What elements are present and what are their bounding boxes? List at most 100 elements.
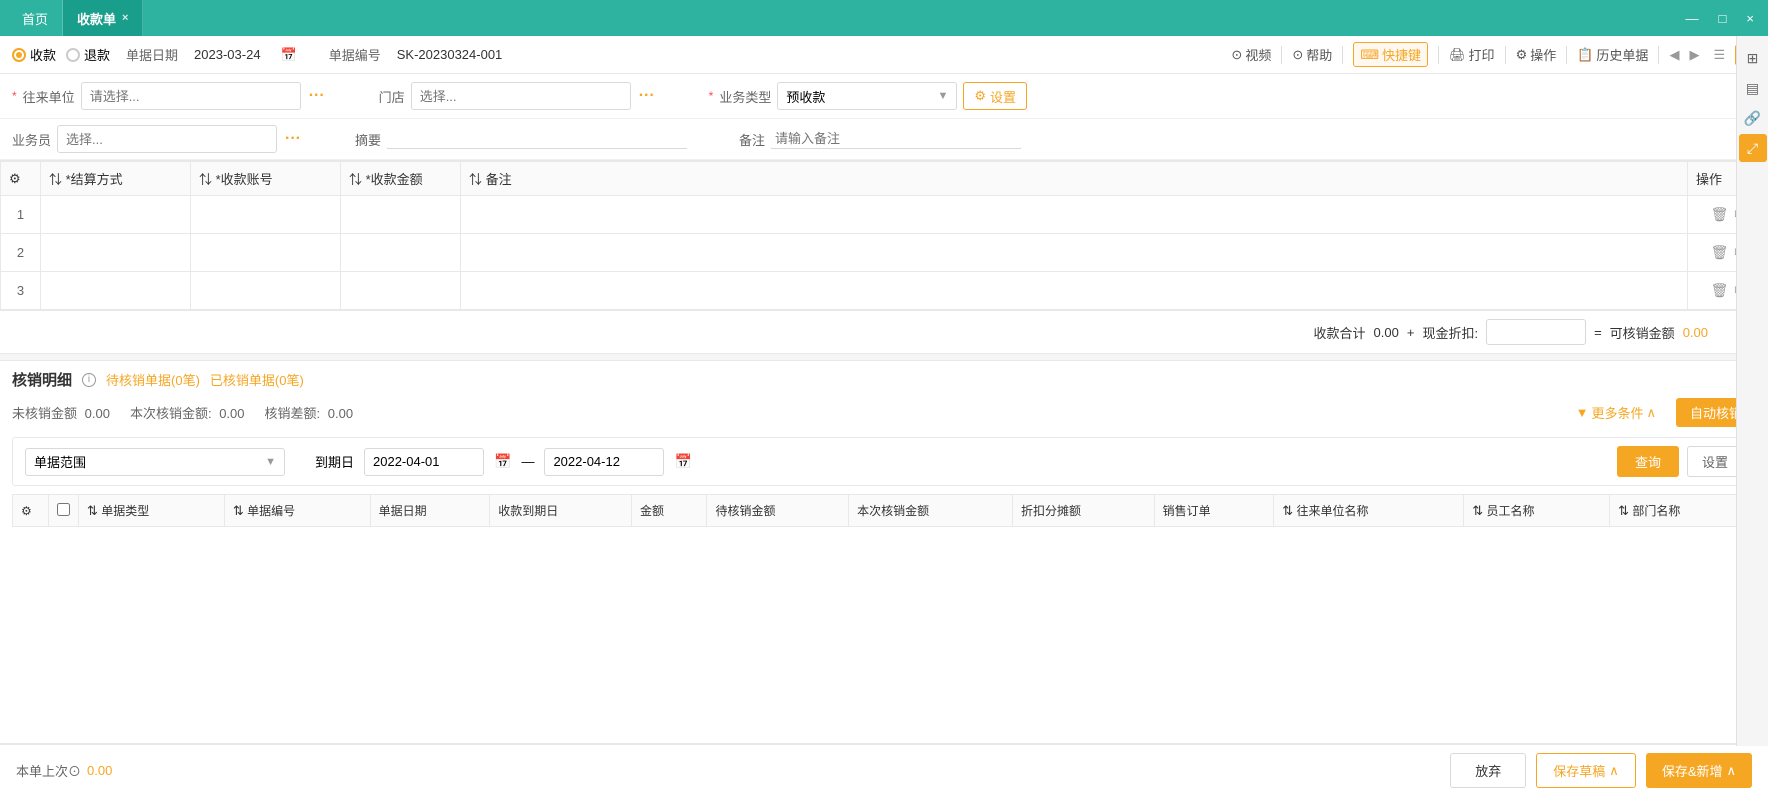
remark-field: 备注 xyxy=(739,129,1021,149)
prev-icon[interactable]: ◀ xyxy=(1669,47,1679,63)
history-action[interactable]: 📋 历史单据 xyxy=(1577,45,1648,64)
save-draft-button[interactable]: 保存草稿 ∧ xyxy=(1536,753,1636,788)
maximize-btn[interactable]: □ xyxy=(1713,11,1733,26)
total-value: 0.00 xyxy=(1374,325,1399,340)
print-action[interactable]: 🖨 打印 xyxy=(1449,45,1495,64)
radio-refund-dot xyxy=(66,48,80,62)
row2-account[interactable] xyxy=(191,234,341,272)
divider3 xyxy=(1438,46,1439,64)
vcol-bill-type: ⇅ 单据类型 xyxy=(79,495,225,527)
row3-amount[interactable] xyxy=(341,272,461,310)
unverified-label: 未核销金额 xyxy=(12,406,77,421)
save-draft-label: 保存草稿 xyxy=(1553,761,1605,780)
due-date-label: 到期日 xyxy=(315,452,354,471)
row3-delete-btn[interactable]: 🗑 xyxy=(1711,282,1729,299)
vcol-checkbox[interactable] xyxy=(49,495,79,527)
sidebar-grid-icon[interactable]: ⊞ xyxy=(1739,44,1767,72)
row1-settle[interactable] xyxy=(41,196,191,234)
row1-amount[interactable] xyxy=(341,196,461,234)
more-conditions-btn[interactable]: ▼ 更多条件 ∧ xyxy=(1576,403,1656,422)
settings-button[interactable]: ⚙ 设置 xyxy=(963,82,1027,110)
date-from-input[interactable] xyxy=(364,448,484,476)
minimize-btn[interactable]: — xyxy=(1680,11,1705,26)
range-arrow: ▼ xyxy=(265,456,276,468)
receipt-type-group: 收款 退款 xyxy=(12,45,110,64)
tab-receipt-close[interactable]: × xyxy=(122,12,128,24)
row3-account[interactable] xyxy=(191,272,341,310)
range-select[interactable]: 单据范围 ▼ xyxy=(25,448,285,476)
filter-row: 单据范围 ▼ 到期日 📅 — 📅 查询 设置 xyxy=(12,437,1756,486)
bill-date-label: 单据日期 xyxy=(126,45,178,64)
range-label: 单据范围 xyxy=(34,452,86,471)
pending-tab[interactable]: 待核销单据(0笔) xyxy=(106,370,200,389)
col-remark: ⇅ 备注 xyxy=(461,162,1688,196)
sidebar-attachment-icon[interactable]: 🔗 xyxy=(1739,104,1767,132)
form-row-2: 业务员 ··· 摘要 备注 xyxy=(0,119,1768,160)
settings-icon: ⚙ xyxy=(974,88,986,104)
divider5 xyxy=(1566,46,1567,64)
shortcut-icon: ⌨ xyxy=(1360,47,1379,63)
footer-info: 本单上次⊙ 0.00 xyxy=(16,761,112,780)
staff-more-btn[interactable]: ··· xyxy=(283,130,303,148)
row2-delete-btn[interactable]: 🗑 xyxy=(1711,244,1729,261)
shop-input[interactable] xyxy=(411,82,631,110)
partner-field: * 往来单位 ··· xyxy=(12,82,327,110)
diff-value: 0.00 xyxy=(328,406,353,421)
row2-amount[interactable] xyxy=(341,234,461,272)
tab-home[interactable]: 首页 xyxy=(8,0,63,36)
bill-no-label: 单据编号 xyxy=(329,45,381,64)
summary-input[interactable] xyxy=(387,129,687,149)
verify-title: 核销明细 xyxy=(12,369,72,390)
shortcut-action[interactable]: ⌨ 快捷键 xyxy=(1353,42,1428,67)
verify-settings-button[interactable]: 设置 xyxy=(1687,446,1743,477)
select-all-checkbox[interactable] xyxy=(57,503,70,516)
row-num-3: 3 xyxy=(1,272,41,310)
row1-account[interactable] xyxy=(191,196,341,234)
row3-remark[interactable] xyxy=(461,272,1688,310)
cal-from-icon[interactable]: 📅 xyxy=(494,453,511,470)
query-button[interactable]: 查询 xyxy=(1617,446,1679,477)
filter-icon: ▼ xyxy=(1576,405,1589,420)
save-new-arrow: ∧ xyxy=(1726,763,1736,779)
partner-input[interactable] xyxy=(81,82,301,110)
partner-more-btn[interactable]: ··· xyxy=(307,87,327,105)
tab-receipt[interactable]: 收款单 × xyxy=(63,0,143,36)
shop-more-btn[interactable]: ··· xyxy=(637,87,657,105)
vcol-settings[interactable]: ⚙ xyxy=(13,495,49,527)
row-num-1: 1 xyxy=(1,196,41,234)
row3-settle[interactable] xyxy=(41,272,191,310)
row2-remark[interactable] xyxy=(461,234,1688,272)
next-icon[interactable]: ▶ xyxy=(1689,47,1699,63)
video-action[interactable]: ⊙ 视频 xyxy=(1231,45,1271,64)
form-row-1: * 往来单位 ··· 门店 ··· * 业务类型 预收款 ▼ ⚙ 设置 xyxy=(0,74,1768,119)
discount-input[interactable] xyxy=(1486,319,1586,345)
staff-input[interactable] xyxy=(57,125,277,153)
table-header-row: ⚙ ⇅ *结算方式 ⇅ *收款账号 ⇅ *收款金额 ⇅ 备注 xyxy=(1,162,1768,196)
radio-refund-label: 退款 xyxy=(84,45,110,64)
close-btn[interactable]: × xyxy=(1740,11,1760,26)
date-picker-icon[interactable]: 📅 xyxy=(281,47,297,63)
done-tab[interactable]: 已核销单据(0笔) xyxy=(210,370,304,389)
tab-bar: 首页 收款单 × — □ × xyxy=(0,0,1768,36)
operation-action[interactable]: ⚙ 操作 xyxy=(1516,45,1557,64)
this-order-label: 本单上次⊙ xyxy=(16,761,81,780)
help-action[interactable]: ⊙ 帮助 xyxy=(1292,45,1332,64)
row1-remark[interactable] xyxy=(461,196,1688,234)
biz-type-select[interactable]: 预收款 ▼ xyxy=(777,82,957,110)
sidebar-table-icon[interactable]: ▤ xyxy=(1739,74,1767,102)
list-icon[interactable]: ☰ xyxy=(1713,47,1725,63)
sidebar-expand-icon[interactable]: ⤢ xyxy=(1739,134,1767,162)
save-new-button[interactable]: 保存&新增 ∧ xyxy=(1646,753,1752,788)
cal-to-icon[interactable]: 📅 xyxy=(674,453,691,470)
abandon-button[interactable]: 放弃 xyxy=(1450,753,1526,788)
remark-input[interactable] xyxy=(771,129,1021,149)
row2-settle[interactable] xyxy=(41,234,191,272)
row1-delete-btn[interactable]: 🗑 xyxy=(1711,206,1729,223)
col-settings[interactable]: ⚙ xyxy=(1,162,41,196)
date-to-input[interactable] xyxy=(544,448,664,476)
verify-info-icon[interactable]: i xyxy=(82,373,96,387)
row-num-2: 2 xyxy=(1,234,41,272)
radio-receipt[interactable]: 收款 xyxy=(12,45,56,64)
radio-refund[interactable]: 退款 xyxy=(66,45,110,64)
vcol-bill-date: 单据日期 xyxy=(370,495,490,527)
